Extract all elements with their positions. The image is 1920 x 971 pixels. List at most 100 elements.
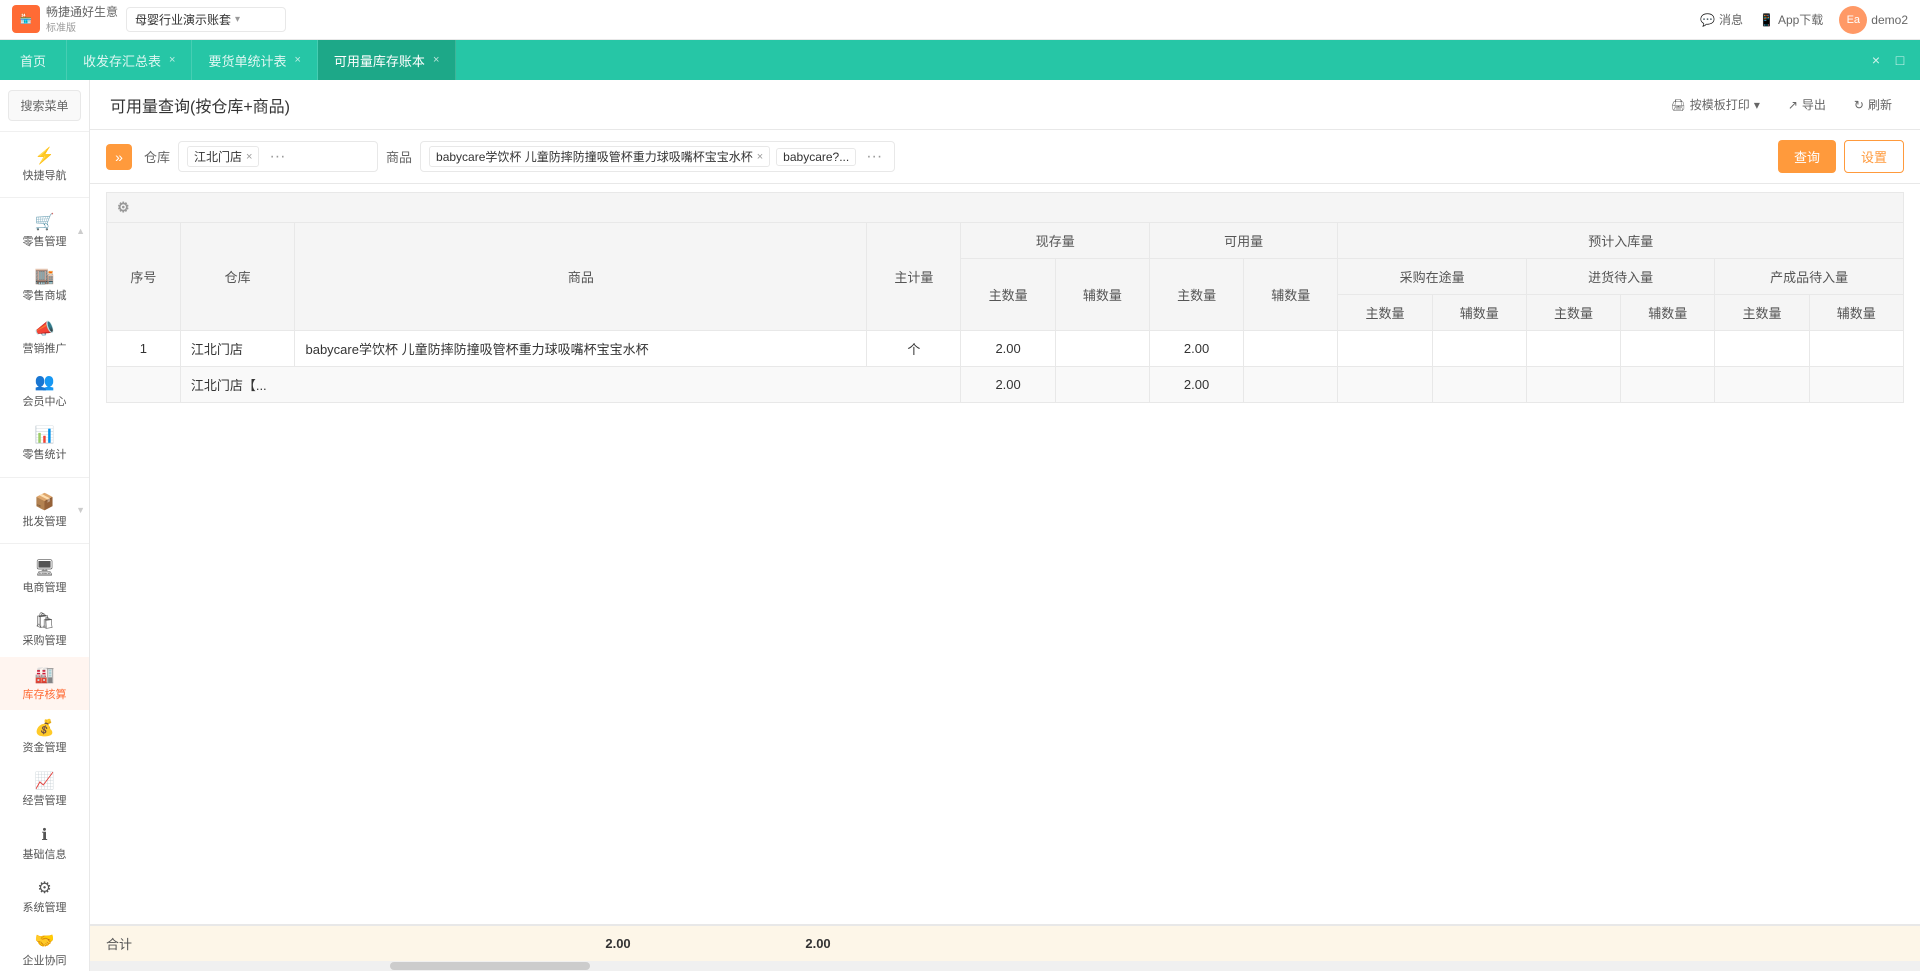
subtotal-incoming-aux — [1621, 367, 1715, 403]
goods-filter-dots[interactable]: ··· — [862, 148, 886, 166]
app-download-action[interactable]: 📱 App下载 — [1759, 11, 1823, 28]
sidebar-item-ecommerce-label: 电商管理 — [23, 581, 67, 595]
sidebar-item-marketing[interactable]: 📣 营销推广 — [0, 311, 89, 364]
subtotal-purchase-aux — [1432, 367, 1526, 403]
nav-window-controls: × □ — [1856, 40, 1920, 80]
sidebar-item-operations-label: 经营管理 — [23, 794, 67, 808]
table-header-top-row: 序号 仓库 商品 主计量 现存量 可用量 预计入库量 — [107, 223, 1904, 259]
enterprise-coop-icon: 🤝 — [35, 931, 55, 951]
sidebar-item-operations[interactable]: 📈 经营管理 — [0, 763, 89, 816]
window-maximize-btn[interactable]: □ — [1892, 52, 1908, 68]
col-production-aux: 辅数量 — [1809, 295, 1903, 331]
export-btn[interactable]: ↗ 导出 — [1780, 92, 1834, 117]
goods-tag-2[interactable]: babycare?... — [776, 148, 856, 166]
subtotal-row: 江北门店【... 2.00 2.00 — [107, 367, 1904, 403]
sidebar-item-member-center[interactable]: 👥 会员中心 — [0, 364, 89, 417]
message-action[interactable]: 💬 消息 — [1700, 11, 1743, 28]
tab-requisition-stats-label: 要货单统计表 — [208, 51, 286, 70]
warehouse-filter-dots[interactable]: ··· — [265, 148, 289, 166]
tab-receive-summary[interactable]: 收发存汇总表 × — [67, 40, 192, 80]
sidebar-item-retail-stats[interactable]: 📊 零售统计 — [0, 417, 89, 470]
goods-filter-field[interactable]: babycare学饮杯 儿童防摔防撞吸管杯重力球吸嘴杯宝宝水杯 × babyca… — [420, 141, 895, 172]
sidebar-item-inventory[interactable]: 🏭 库存核算 — [0, 657, 89, 710]
sidebar-item-member-center-label: 会员中心 — [23, 395, 67, 409]
user-action[interactable]: Ea demo2 — [1839, 6, 1908, 34]
filter-bar: » 仓库 江北门店 × ··· 商品 babycare学饮杯 儿童防摔防撞吸管杯… — [90, 130, 1920, 184]
warehouse-filter-label: 仓库 — [144, 147, 170, 166]
sidebar-item-finance[interactable]: 💰 资金管理 — [0, 710, 89, 763]
sidebar: 搜索菜单 ⚡ 快捷导航 🛒 零售管理 ▲ 🏬 零售商城 📣 营销推广 — [0, 80, 90, 971]
print-icon: 🖨 — [1671, 98, 1686, 112]
system-icon: ⚙ — [37, 878, 51, 898]
tab-home[interactable]: 首页 — [0, 40, 67, 80]
sidebar-item-purchase[interactable]: 🛍 采购管理 — [0, 603, 89, 656]
tab-requisition-stats[interactable]: 要货单统计表 × — [192, 40, 317, 80]
chevron-print-icon: ▾ — [1754, 98, 1760, 112]
table-row: 1 江北门店 babycare学饮杯 儿童防摔防撞吸管杯重力球吸嘴杯宝宝水杯 个… — [107, 331, 1904, 367]
cell-warehouse: 江北门店 — [180, 331, 295, 367]
sidebar-search-btn[interactable]: 搜索菜单 — [8, 90, 81, 121]
cell-available-aux — [1244, 331, 1338, 367]
sidebar-item-enterprise-coop-label: 企业协同 — [23, 954, 67, 968]
main-layout: 搜索菜单 ⚡ 快捷导航 🛒 零售管理 ▲ 🏬 零售商城 📣 营销推广 — [0, 80, 1920, 971]
sidebar-item-ecommerce[interactable]: 🖥 电商管理 — [0, 550, 89, 603]
goods-filter-label: 商品 — [386, 147, 412, 166]
logo-text-block: 畅捷通好生意 标准版 — [46, 5, 118, 34]
gear-icon[interactable]: ⚙ — [117, 199, 130, 215]
col-incoming-aux: 辅数量 — [1621, 295, 1715, 331]
purchase-icon: 🛍 — [34, 611, 54, 631]
template-print-btn[interactable]: 🖨 按模板打印 ▾ — [1663, 92, 1768, 117]
total-values: 2.00 2.00 — [148, 936, 1904, 951]
filter-actions: 查询 设置 — [1778, 140, 1904, 173]
sidebar-other-section: 🖥 电商管理 🛍 采购管理 🏭 库存核算 💰 资金管理 📈 经营管理 ℹ — [0, 544, 89, 971]
col-stock-group: 现存量 — [961, 223, 1149, 259]
refresh-btn[interactable]: ↻ 刷新 — [1846, 92, 1900, 117]
wholesale-mgmt-expand-icon: ▼ — [76, 505, 85, 515]
sidebar-item-basics[interactable]: ℹ 基础信息 — [0, 817, 89, 870]
tab-available-stock-label: 可用量库存账本 — [334, 51, 425, 70]
col-stock-main: 主数量 — [961, 259, 1055, 331]
col-goods: 商品 — [295, 223, 867, 331]
cell-stock-main: 2.00 — [961, 331, 1055, 367]
data-table: ⚙ 序号 仓库 商品 主计量 现存量 可用量 预计入库量 主数量 辅数 — [106, 192, 1904, 403]
query-btn[interactable]: 查询 — [1778, 140, 1836, 173]
scrollbar-thumb[interactable] — [390, 962, 590, 970]
col-production-pending-group: 产成品待入量 — [1715, 259, 1904, 295]
filter-toggle-btn[interactable]: » — [106, 144, 132, 170]
goods-tag-1[interactable]: babycare学饮杯 儿童防摔防撞吸管杯重力球吸嘴杯宝宝水杯 × — [429, 146, 770, 167]
nav-spacer — [456, 40, 1856, 80]
sidebar-item-enterprise-coop[interactable]: 🤝 企业协同 — [0, 923, 89, 971]
warehouse-tag-close[interactable]: × — [246, 151, 252, 163]
sidebar-item-quick-nav[interactable]: ⚡ 快捷导航 — [0, 138, 89, 191]
sidebar-item-retail-stats-label: 零售统计 — [23, 448, 67, 462]
tab-receive-summary-close[interactable]: × — [169, 54, 175, 66]
tab-receive-summary-label: 收发存汇总表 — [83, 51, 161, 70]
window-close-btn[interactable]: × — [1868, 52, 1884, 68]
col-purchase-in-transit-group: 采购在途量 — [1338, 259, 1526, 295]
goods-tag-1-close[interactable]: × — [757, 151, 763, 163]
warehouse-tag-text: 江北门店 — [194, 148, 242, 165]
table-footer: 合计 2.00 2.00 — [90, 924, 1920, 961]
export-label: 导出 — [1802, 96, 1826, 113]
sidebar-item-wholesale-mgmt[interactable]: 📦 批发管理 ▼ — [0, 484, 89, 537]
sidebar-item-retail-mall-label: 零售商城 — [23, 289, 67, 303]
sidebar-item-retail-mgmt[interactable]: 🛒 零售管理 ▲ — [0, 204, 89, 257]
subtotal-production-aux — [1809, 367, 1903, 403]
col-available-group: 可用量 — [1149, 223, 1337, 259]
tab-available-stock-close[interactable]: × — [433, 54, 439, 66]
retail-mall-icon: 🏬 — [35, 266, 55, 286]
settings-btn[interactable]: 设置 — [1844, 140, 1904, 173]
warehouse-filter-field[interactable]: 江北门店 × ··· — [178, 141, 378, 172]
warehouse-tag[interactable]: 江北门店 × — [187, 146, 259, 167]
tab-requisition-stats-close[interactable]: × — [294, 54, 300, 66]
sidebar-item-retail-mall[interactable]: 🏬 零售商城 — [0, 258, 89, 311]
sidebar-item-system[interactable]: ⚙ 系统管理 — [0, 870, 89, 923]
org-name: 母婴行业演示账套 — [135, 11, 231, 28]
org-selector[interactable]: 母婴行业演示账套 ▾ — [126, 7, 286, 32]
col-incoming-pending-group: 进货待入量 — [1526, 259, 1714, 295]
filter-group: 仓库 江北门店 × ··· 商品 babycare学饮杯 儿童防摔防撞吸管杯重力… — [144, 141, 1766, 172]
subtotal-purchase-main — [1338, 367, 1432, 403]
tab-available-stock[interactable]: 可用量库存账本 × — [318, 40, 456, 80]
horizontal-scrollbar[interactable] — [90, 961, 1920, 971]
col-available-main: 主数量 — [1149, 259, 1243, 331]
